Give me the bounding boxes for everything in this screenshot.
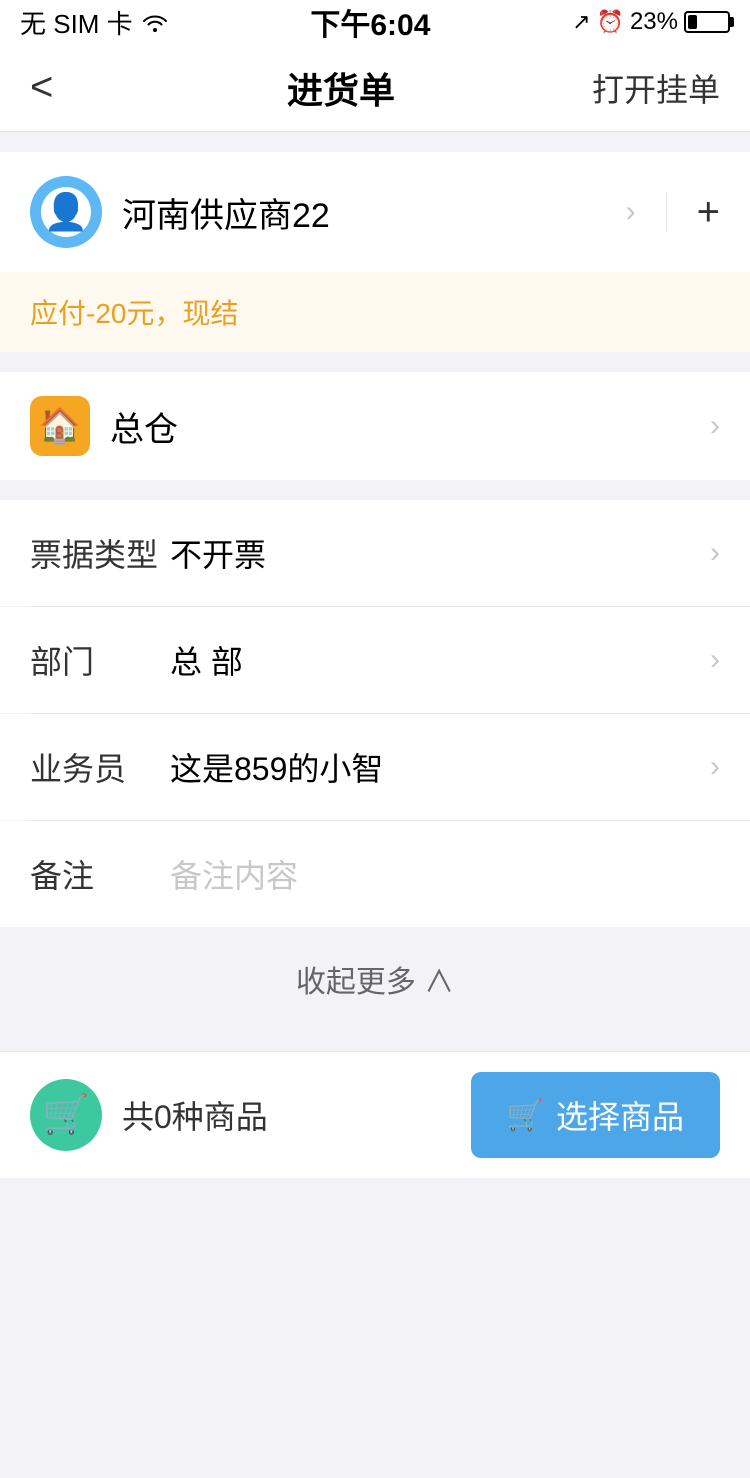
supplier-section[interactable]: 👤 河南供应商22 › + bbox=[0, 152, 750, 272]
invoice-type-row[interactable]: 票据类型 不开票 › bbox=[0, 500, 750, 606]
select-product-label: 选择商品 bbox=[556, 1092, 684, 1138]
add-supplier-button[interactable]: + bbox=[697, 190, 720, 235]
avatar: 👤 bbox=[30, 176, 102, 248]
chevron-right-icon: › bbox=[710, 409, 720, 443]
supplier-name: 河南供应商22 bbox=[122, 188, 606, 237]
user-icon: 👤 bbox=[44, 191, 89, 233]
section-gap-4 bbox=[0, 1031, 750, 1051]
chevron-right-icon[interactable]: › bbox=[626, 195, 636, 229]
select-product-button[interactable]: 🛒 选择商品 bbox=[471, 1072, 720, 1158]
page-background bbox=[0, 1178, 750, 1478]
divider bbox=[666, 192, 667, 232]
chevron-right-icon: › bbox=[710, 643, 720, 677]
remark-label: 备注 bbox=[30, 851, 170, 897]
open-pending-button[interactable]: 打开挂单 bbox=[592, 65, 720, 111]
status-bar: 无 SIM 卡 下午6:04 ↗ ⏰ 23% bbox=[0, 0, 750, 44]
department-label: 部门 bbox=[30, 637, 170, 683]
section-gap-1 bbox=[0, 132, 750, 152]
department-value: 总 部 bbox=[170, 637, 710, 683]
status-carrier: 无 SIM 卡 bbox=[20, 4, 169, 41]
select-product-icon: 🛒 bbox=[507, 1098, 544, 1133]
carrier-text: 无 SIM 卡 bbox=[20, 4, 133, 41]
product-icon: 🛒 bbox=[42, 1093, 89, 1137]
warehouse-icon: 🏠 bbox=[39, 406, 81, 446]
battery-icon bbox=[684, 11, 730, 33]
warehouse-icon-wrap: 🏠 bbox=[30, 396, 90, 456]
salesman-value: 这是859的小智 bbox=[170, 744, 710, 790]
status-icons: ↗ ⏰ 23% bbox=[572, 8, 730, 36]
location-icon: ↗ bbox=[572, 9, 590, 35]
salesman-label: 业务员 bbox=[30, 744, 170, 790]
invoice-type-label: 票据类型 bbox=[30, 530, 170, 576]
notice-text: 应付-20元，现结 bbox=[30, 298, 238, 329]
remark-input[interactable]: 备注内容 bbox=[170, 851, 720, 897]
battery-text: 23% bbox=[630, 8, 678, 36]
salesman-row[interactable]: 业务员 这是859的小智 › bbox=[0, 714, 750, 820]
section-gap-3 bbox=[0, 480, 750, 500]
warehouse-name: 总仓 bbox=[110, 402, 690, 451]
collapse-button[interactable]: 收起更多 ∧ bbox=[0, 927, 750, 1031]
bottom-bar: 🛒 共0种商品 🛒 选择商品 bbox=[0, 1051, 750, 1178]
supplier-actions: › + bbox=[626, 190, 720, 235]
chevron-right-icon: › bbox=[710, 536, 720, 570]
invoice-type-value: 不开票 bbox=[170, 530, 710, 576]
product-count: 共0种商品 bbox=[122, 1092, 268, 1138]
warehouse-section[interactable]: 🏠 总仓 › bbox=[0, 372, 750, 480]
nav-bar: < 进货单 打开挂单 bbox=[0, 44, 750, 132]
remark-row[interactable]: 备注 备注内容 bbox=[0, 821, 750, 927]
product-info: 🛒 共0种商品 bbox=[30, 1079, 268, 1151]
page-title: 进货单 bbox=[287, 62, 395, 114]
section-gap-2 bbox=[0, 352, 750, 372]
alarm-icon: ⏰ bbox=[597, 9, 624, 35]
back-button[interactable]: < bbox=[30, 65, 90, 110]
status-time: 下午6:04 bbox=[310, 0, 430, 44]
wifi-icon bbox=[141, 12, 169, 32]
chevron-right-icon: › bbox=[710, 750, 720, 784]
product-icon-wrap: 🛒 bbox=[30, 1079, 102, 1151]
notice-banner: 应付-20元，现结 bbox=[0, 272, 750, 352]
department-row[interactable]: 部门 总 部 › bbox=[0, 607, 750, 713]
